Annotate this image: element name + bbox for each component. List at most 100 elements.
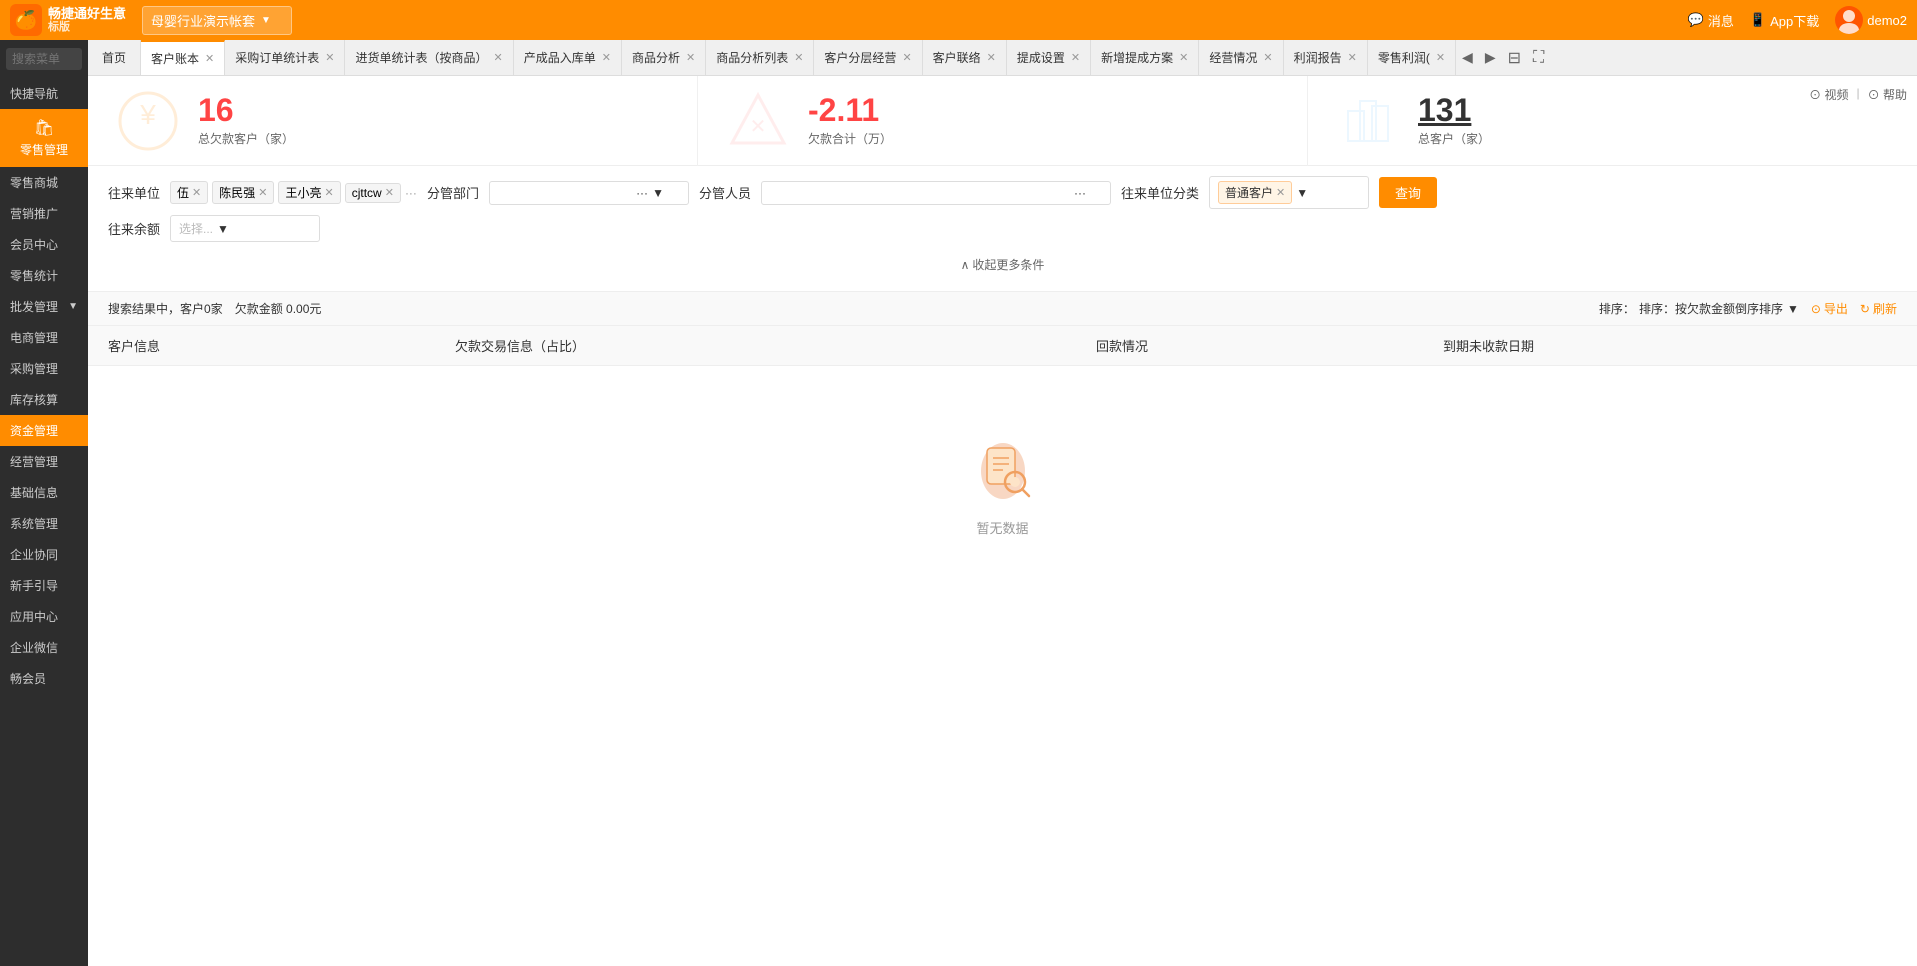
sidebar-item-ecommerce[interactable]: 电商管理 <box>0 322 88 353</box>
tab-close-profit[interactable]: ✕ <box>1348 51 1357 64</box>
tab-close-production[interactable]: ✕ <box>602 51 611 64</box>
sidebar-item-inventory[interactable]: 库存核算 <box>0 384 88 415</box>
sidebar-item-retail-stats[interactable]: 零售统计 <box>0 260 88 291</box>
sidebar-item-zero-retail[interactable]: 🛍 零售管理 <box>0 109 88 167</box>
tab-customer-segment[interactable]: 客户分层经营 ✕ <box>814 40 922 76</box>
tab-customer-contact[interactable]: 客户联络 ✕ <box>923 40 1007 76</box>
stat-total-all-customers: 131 总客户（家） ⊙ 视频 | ⊙ 帮助 <box>1308 76 1917 166</box>
sidebar-item-zero-mall[interactable]: 零售商城 <box>0 167 88 198</box>
col-customer-info: 客户信息 <box>88 326 435 366</box>
user-menu[interactable]: demo2 <box>1835 6 1907 34</box>
stat-total-customers: ¥ 16 总欠款客户（家） <box>88 76 698 166</box>
logo-icon: 🍊 <box>10 4 42 36</box>
sidebar-item-finance[interactable]: 资金管理 <box>0 415 88 446</box>
filter-balance-select[interactable]: 选择... ▼ <box>170 215 320 242</box>
remove-chen-btn[interactable]: ✕ <box>258 186 267 199</box>
sidebar-item-membership[interactable]: 会员中心 <box>0 229 88 260</box>
zero-retail-icon: 🛍 <box>34 118 54 138</box>
tab-prev-btn[interactable]: ◀ <box>1456 49 1479 66</box>
filter-person-select[interactable]: ··· <box>761 181 1111 205</box>
query-button[interactable]: 查询 <box>1379 177 1437 208</box>
tab-incoming-stats[interactable]: 进货单统计表（按商品） ✕ <box>345 40 513 76</box>
tab-close-purchase[interactable]: ✕ <box>325 51 334 64</box>
sidebar: 快捷导航 🛍 零售管理 零售商城 营销推广 会员中心 零售统计 批发管理▼ 电商… <box>0 40 88 966</box>
svg-text:¥: ¥ <box>139 99 156 130</box>
tab-menu-btn[interactable]: ⊟ <box>1502 48 1527 68</box>
sidebar-item-basic-info[interactable]: 基础信息 <box>0 477 88 508</box>
filter-dept-select[interactable]: ··· ▼ <box>489 181 689 205</box>
remove-normal-customer-btn[interactable]: ✕ <box>1276 186 1285 199</box>
sidebar-item-operations[interactable]: 经营管理 <box>0 446 88 477</box>
filter-more-btn[interactable]: ··· <box>405 186 417 200</box>
sidebar-item-marketing[interactable]: 营销推广 <box>0 198 88 229</box>
stat-info-all-customers: 131 总客户（家） <box>1418 94 1490 147</box>
tab-close-incoming[interactable]: ✕ <box>494 51 503 64</box>
filter-balance-label: 往来余额 <box>108 219 160 238</box>
company-selector[interactable]: 母婴行业演示帐套 ▼ <box>142 6 292 35</box>
refresh-btn[interactable]: ↻ 刷新 <box>1860 300 1897 317</box>
tab-close-ops[interactable]: ✕ <box>1263 51 1272 64</box>
tab-product-analysis-list[interactable]: 商品分析列表 ✕ <box>706 40 814 76</box>
avatar <box>1835 6 1863 34</box>
tab-close-zero-profit[interactable]: ✕ <box>1436 51 1445 64</box>
tab-close-commit[interactable]: ✕ <box>1071 51 1080 64</box>
remove-wu-btn[interactable]: ✕ <box>192 186 201 199</box>
sidebar-item-newbie[interactable]: 新手引导 <box>0 570 88 601</box>
app-download-btn[interactable]: 📱 App下载 <box>1750 11 1819 30</box>
tab-home[interactable]: 首页 <box>88 40 141 76</box>
tab-product-analysis[interactable]: 商品分析 ✕ <box>622 40 706 76</box>
sidebar-item-app-center[interactable]: 应用中心 <box>0 601 88 632</box>
tab-bar: 首页 客户账本 ✕ 采购订单统计表 ✕ 进货单统计表（按商品） ✕ 产成品入库单… <box>88 40 1917 76</box>
sidebar-item-member-vip[interactable]: 畅会员 <box>0 663 88 694</box>
results-right: 排序： 排序：按欠款金额倒序排序 ▼ ⊙ 导出 ↻ 刷新 <box>1599 300 1897 317</box>
help-btn[interactable]: ⊙ 帮助 <box>1868 86 1907 103</box>
message-btn[interactable]: 💬 消息 <box>1688 11 1734 30</box>
tab-profit-report[interactable]: 利润报告 ✕ <box>1284 40 1368 76</box>
sidebar-item-quick-nav[interactable]: 快捷导航 <box>0 78 88 109</box>
search-input[interactable] <box>6 48 82 70</box>
tab-close-customer-capital[interactable]: ✕ <box>205 52 214 65</box>
sidebar-item-corp-wechat[interactable]: 企业微信 <box>0 632 88 663</box>
tab-fullscreen-btn[interactable]: ⛶ <box>1527 49 1550 67</box>
tab-commit-settings[interactable]: 提成设置 ✕ <box>1007 40 1091 76</box>
tab-zero-retail-profit[interactable]: 零售利润( ✕ <box>1368 40 1456 76</box>
video-help-btn[interactable]: ⊙ 视频 <box>1809 86 1848 103</box>
stat-icon-all-customers <box>1338 91 1398 151</box>
sidebar-item-system[interactable]: 系统管理 <box>0 508 88 539</box>
collapse-btn[interactable]: ∧ 收起更多条件 <box>957 252 1049 277</box>
tab-production-stock[interactable]: 产成品入库单 ✕ <box>514 40 622 76</box>
filter-unit-type-select[interactable]: 普通客户 ✕ ▼ <box>1209 176 1369 209</box>
tab-close-segment[interactable]: ✕ <box>902 51 911 64</box>
tab-close-analysis-list[interactable]: ✕ <box>794 51 803 64</box>
tab-purchase-order-stats[interactable]: 采购订单统计表 ✕ <box>225 40 345 76</box>
tab-close-new-commit[interactable]: ✕ <box>1179 51 1188 64</box>
stat-label-all-customers: 总客户（家） <box>1418 130 1490 147</box>
collapse-row: ∧ 收起更多条件 <box>108 248 1897 281</box>
sidebar-item-purchase[interactable]: 采购管理 <box>0 353 88 384</box>
remove-cjttcw-btn[interactable]: ✕ <box>385 186 394 199</box>
filter-unit-label: 往来单位 <box>108 183 160 202</box>
top-bar: 🍊 畅捷通好生意 标版 母婴行业演示帐套 ▼ 💬 消息 📱 App下载 <box>0 0 1917 40</box>
tab-customer-capital[interactable]: 客户账本 ✕ <box>141 40 225 76</box>
data-table: 客户信息 欠款交易信息（占比） 回款情况 到期未收款日期 <box>88 326 1917 366</box>
tab-next-btn[interactable]: ▶ <box>1479 49 1502 66</box>
logo-area[interactable]: 🍊 畅捷通好生意 标版 <box>10 4 126 36</box>
tab-operations-status[interactable]: 经营情况 ✕ <box>1199 40 1283 76</box>
tab-close-contact[interactable]: ✕ <box>987 51 996 64</box>
app-container: 🍊 畅捷通好生意 标版 母婴行业演示帐套 ▼ 💬 消息 📱 App下载 <box>0 0 1917 966</box>
export-btn[interactable]: ⊙ 导出 <box>1811 300 1848 317</box>
sidebar-item-wholesale[interactable]: 批发管理▼ <box>0 291 88 322</box>
export-icon: ⊙ <box>1811 302 1821 316</box>
page-content: ¥ 16 总欠款客户（家） ✕ -2.11 <box>88 76 1917 966</box>
stats-bar: ¥ 16 总欠款客户（家） ✕ -2.11 <box>88 76 1917 166</box>
stat-value-arrears: -2.11 <box>808 94 892 126</box>
sidebar-item-enterprise[interactable]: 企业协同 <box>0 539 88 570</box>
message-icon: 💬 <box>1688 12 1704 28</box>
tab-new-commit-plan[interactable]: 新增提成方案 ✕ <box>1091 40 1199 76</box>
sort-selector[interactable]: 排序： 排序：按欠款金额倒序排序 ▼ <box>1599 300 1799 317</box>
empty-icon <box>963 426 1043 506</box>
remove-wang-btn[interactable]: ✕ <box>325 186 334 199</box>
results-bar: 搜索结果中，客户0家 欠款金额 0.00元 排序： 排序：按欠款金额倒序排序 ▼… <box>88 292 1917 326</box>
tab-close-analysis[interactable]: ✕ <box>686 51 695 64</box>
sidebar-search-area <box>0 40 88 78</box>
